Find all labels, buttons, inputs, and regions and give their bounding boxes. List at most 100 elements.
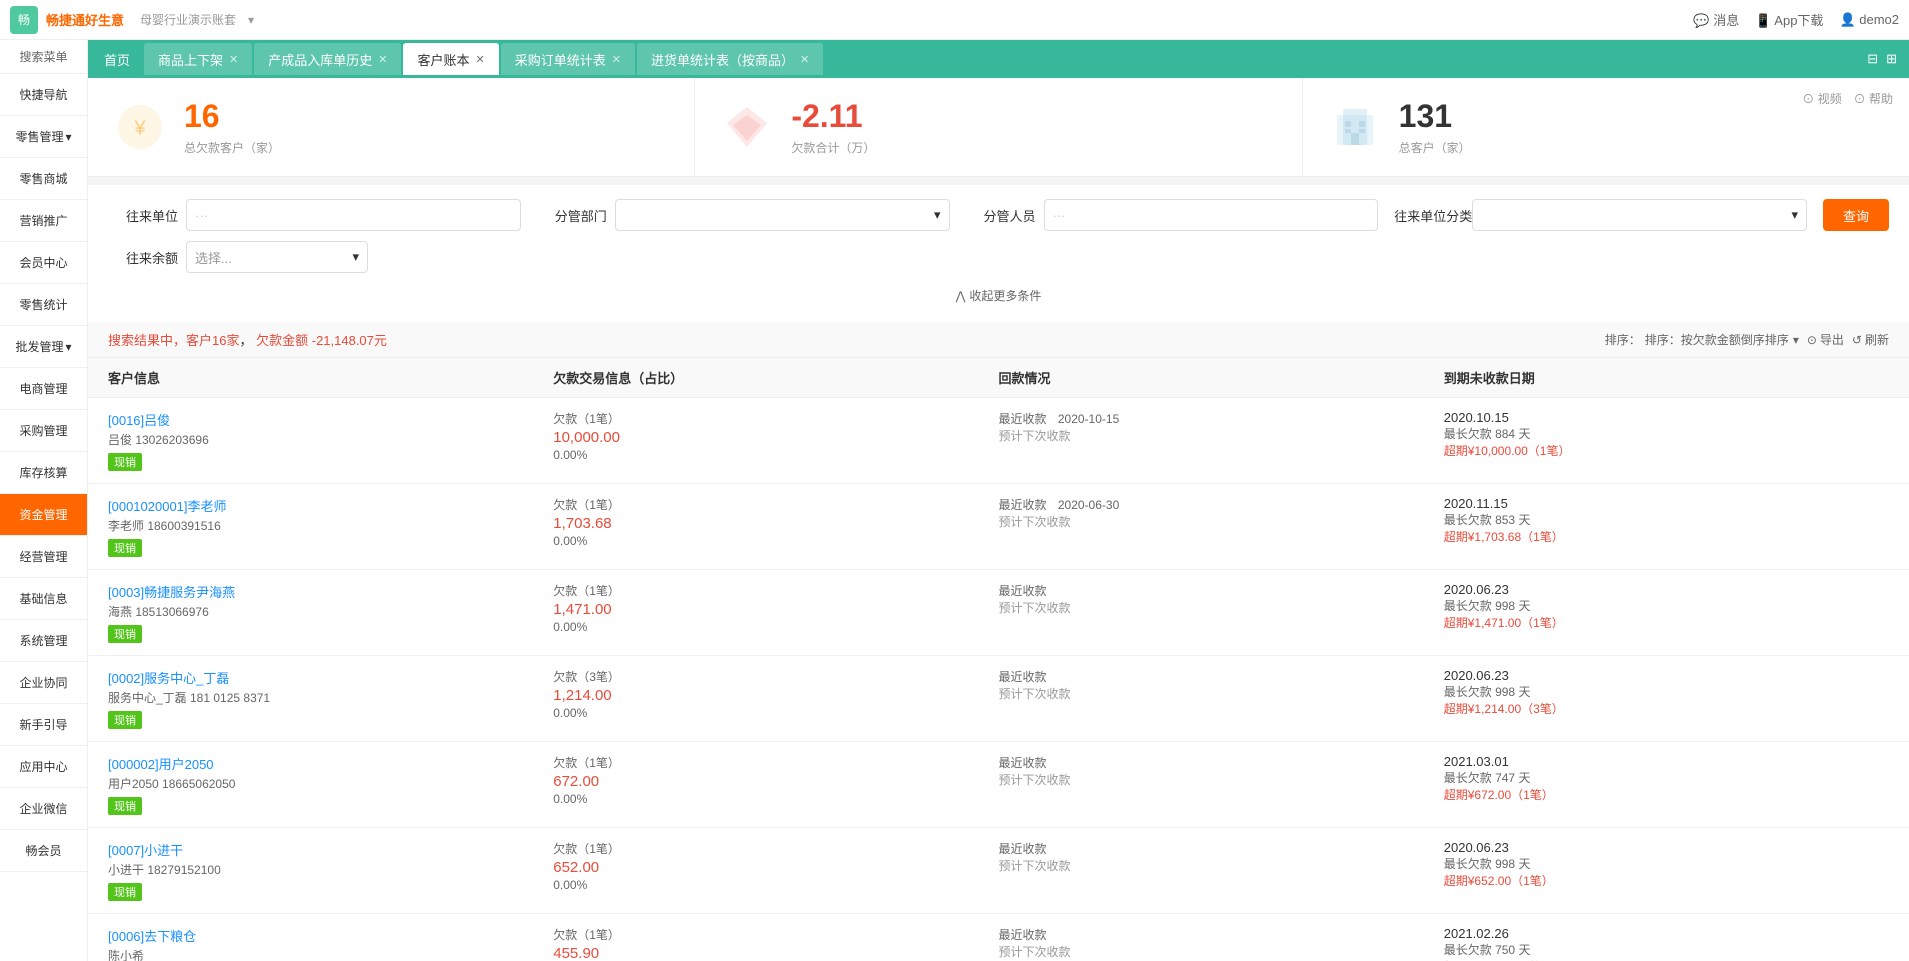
result-actions: 排序：排序：按欠款金额倒序排序 ▾ ⊙ 导出 ↺ 刷新	[1605, 331, 1889, 348]
overdue-amount-2[interactable]: 超期¥1,471.00（1笔）	[1444, 614, 1889, 631]
sidebar-item-enterprise-collab[interactable]: 企业协同	[0, 662, 87, 704]
refresh-btn[interactable]: ↺ 刷新	[1852, 331, 1889, 348]
collapse-icon: ⋀	[956, 289, 966, 303]
sidebar-item-marketing[interactable]: 营销推广	[0, 200, 87, 242]
tab-close-3[interactable]: ✕	[476, 53, 485, 66]
table-row: [000002]用户2050 用户2050 18665062050 现销 欠款（…	[88, 742, 1909, 828]
sidebar-item-operations[interactable]: 经营管理	[0, 536, 87, 578]
overdue-amount-4[interactable]: 超期¥672.00（1笔）	[1444, 786, 1889, 803]
overdue-amount-1[interactable]: 超期¥1,703.68（1笔）	[1444, 528, 1889, 545]
customer-id-0[interactable]: [0016]吕俊	[108, 410, 553, 429]
filter-select-category[interactable]: ▾	[1472, 199, 1807, 231]
filter-item-supplier: 往来单位 ···	[108, 199, 521, 231]
sidebar-item-system-mgmt[interactable]: 系统管理	[0, 620, 87, 662]
sidebar-item-beginner-guide[interactable]: 新手引导	[0, 704, 87, 746]
customer-tag-0: 现销	[108, 453, 142, 471]
tab-home[interactable]: 首页	[92, 43, 142, 75]
customer-id-1[interactable]: [0001020001]李老师	[108, 496, 553, 515]
tab-close-1[interactable]: ✕	[229, 53, 238, 66]
debt-count-1: 欠款（1笔）	[553, 496, 998, 513]
tab-customer-account[interactable]: 客户账本 ✕	[403, 43, 498, 75]
sidebar-item-retail-mgmt[interactable]: 零售管理▾	[0, 116, 87, 158]
stat-body-2: -2.11 欠款合计（万）	[791, 98, 875, 156]
overdue-date-5: 2020.06.23	[1444, 840, 1889, 855]
customer-id-2[interactable]: [0003]畅捷服务尹海燕	[108, 582, 553, 601]
sidebar-search[interactable]: 搜索菜单	[0, 40, 87, 74]
sidebar-item-inventory[interactable]: 库存核算	[0, 452, 87, 494]
overdue-info-2: 2020.06.23 最长欠款 998 天 超期¥1,471.00（1笔）	[1444, 582, 1889, 643]
debt-percent-1: 0.00%	[553, 534, 998, 548]
debt-amount-1: 1,703.68	[553, 515, 998, 532]
sidebar-item-enterprise-wechat[interactable]: 企业微信	[0, 788, 87, 830]
app-download-btn[interactable]: 📱 App下载	[1755, 10, 1823, 29]
collapse-filter-btn[interactable]: ⋀ 收起更多条件	[108, 283, 1889, 308]
overdue-date-4: 2021.03.01	[1444, 754, 1889, 769]
dropdown-arrow[interactable]: ▾	[248, 13, 254, 27]
sidebar-item-wholesale-mgmt[interactable]: 批发管理▾	[0, 326, 87, 368]
overdue-amount-5[interactable]: 超期¥652.00（1笔）	[1444, 872, 1889, 889]
customer-id-5[interactable]: [0007]小进干	[108, 840, 553, 859]
sidebar-item-retail-stats[interactable]: 零售统计	[0, 284, 87, 326]
overdue-info-6: 2021.02.26 最长欠款 750 天 超期¥455.90（1笔）	[1444, 926, 1889, 961]
collection-info-0: 最近收款 2020-10-15 预计下次收款	[999, 410, 1444, 471]
sort-arrow: ▾	[1793, 333, 1799, 347]
filter-item-category: 往来单位分类 ▾	[1394, 199, 1807, 231]
stat-label-2: 欠款合计（万）	[791, 139, 875, 156]
overdue-days-6: 最长欠款 750 天	[1444, 941, 1889, 958]
tab-maximize[interactable]: ⊞	[1886, 51, 1897, 67]
stat-card-debt-customers: ¥ 16 总欠款客户（家）	[88, 78, 695, 176]
top-bar-right: 💬 消息 📱 App下载 👤 demo2	[1693, 10, 1899, 29]
tab-inbound-summary[interactable]: 进货单统计表（按商品） ✕	[637, 43, 823, 75]
collection-label-0: 最近收款 2020-10-15	[999, 410, 1444, 427]
sidebar-item-app-center[interactable]: 应用中心	[0, 746, 87, 788]
tab-minimize[interactable]: ⊟	[1867, 51, 1878, 67]
sidebar-item-membership[interactable]: 会员中心	[0, 242, 87, 284]
overdue-info-1: 2020.11.15 最长欠款 853 天 超期¥1,703.68（1笔）	[1444, 496, 1889, 557]
customer-info-4: [000002]用户2050 用户2050 18665062050 现销	[108, 754, 553, 815]
customer-id-6[interactable]: [0006]去下粮仓	[108, 926, 553, 945]
debt-count-5: 欠款（1笔）	[553, 840, 998, 857]
customer-contact-2: 海燕 18513066976	[108, 603, 553, 620]
debt-info-2: 欠款（1笔） 1,471.00 0.00%	[553, 582, 998, 643]
overdue-amount-3[interactable]: 超期¥1,214.00（3笔）	[1444, 700, 1889, 717]
sidebar-item-basic-info[interactable]: 基础信息	[0, 578, 87, 620]
result-bar: 搜索结果中，客户16家， 欠款金额 -21,148.07元 排序：排序：按欠款金…	[88, 322, 1909, 358]
filter-input-person[interactable]: ···	[1044, 199, 1379, 231]
brand-name: 畅捷通好生意	[46, 10, 124, 29]
sidebar-item-ecommerce[interactable]: 电商管理	[0, 368, 87, 410]
col-header-debt: 欠款交易信息（占比）	[553, 368, 998, 387]
logo-icon: 畅	[10, 6, 38, 34]
sidebar-item-finance[interactable]: 资金管理	[0, 494, 87, 536]
filter-select-dept[interactable]: ▾	[615, 199, 950, 231]
tab-close-5[interactable]: ✕	[800, 53, 809, 66]
tab-production-history[interactable]: 产成品入库单历史 ✕	[254, 43, 401, 75]
tab-close-4[interactable]: ✕	[612, 53, 621, 66]
tab-product-onoff[interactable]: 商品上下架 ✕	[144, 43, 252, 75]
tab-purchase-summary[interactable]: 采购订单统计表 ✕	[501, 43, 635, 75]
collection-next-2: 预计下次收款	[999, 599, 1444, 616]
user-avatar[interactable]: 👤 demo2	[1839, 12, 1899, 28]
debt-amount-3: 1,214.00	[553, 687, 998, 704]
export-btn[interactable]: ⊙ 导出	[1807, 331, 1844, 348]
sidebar-item-changhui[interactable]: 畅会员	[0, 830, 87, 872]
help-btn[interactable]: ⊙ 帮助	[1854, 90, 1893, 107]
sort-select[interactable]: 排序：排序：按欠款金额倒序排序 ▾	[1605, 331, 1799, 348]
customer-id-4[interactable]: [000002]用户2050	[108, 754, 553, 773]
debt-count-6: 欠款（1笔）	[553, 926, 998, 943]
customer-info-3: [0002]服务中心_丁磊 服务中心_丁磊 181 0125 8371 现销	[108, 668, 553, 729]
export-icon: ⊙	[1807, 333, 1817, 347]
message-btn[interactable]: 💬 消息	[1693, 10, 1739, 29]
sidebar-item-purchase-mgmt[interactable]: 采购管理	[0, 410, 87, 452]
debt-count-3: 欠款（3笔）	[553, 668, 998, 685]
tab-close-2[interactable]: ✕	[378, 53, 387, 66]
overdue-amount-0[interactable]: 超期¥10,000.00（1笔）	[1444, 442, 1889, 459]
overdue-date-2: 2020.06.23	[1444, 582, 1889, 597]
filter-input-supplier[interactable]: ···	[186, 199, 521, 231]
search-button[interactable]: 查询	[1823, 199, 1889, 231]
sidebar-item-retail-mall[interactable]: 零售商城	[0, 158, 87, 200]
debt-info-1: 欠款（1笔） 1,703.68 0.00%	[553, 496, 998, 557]
collection-info-3: 最近收款 预计下次收款	[999, 668, 1444, 729]
view-btn[interactable]: ⊙ 视频	[1802, 90, 1841, 107]
customer-id-3[interactable]: [0002]服务中心_丁磊	[108, 668, 553, 687]
filter-select-balance[interactable]: 选择... ▾	[186, 241, 368, 273]
